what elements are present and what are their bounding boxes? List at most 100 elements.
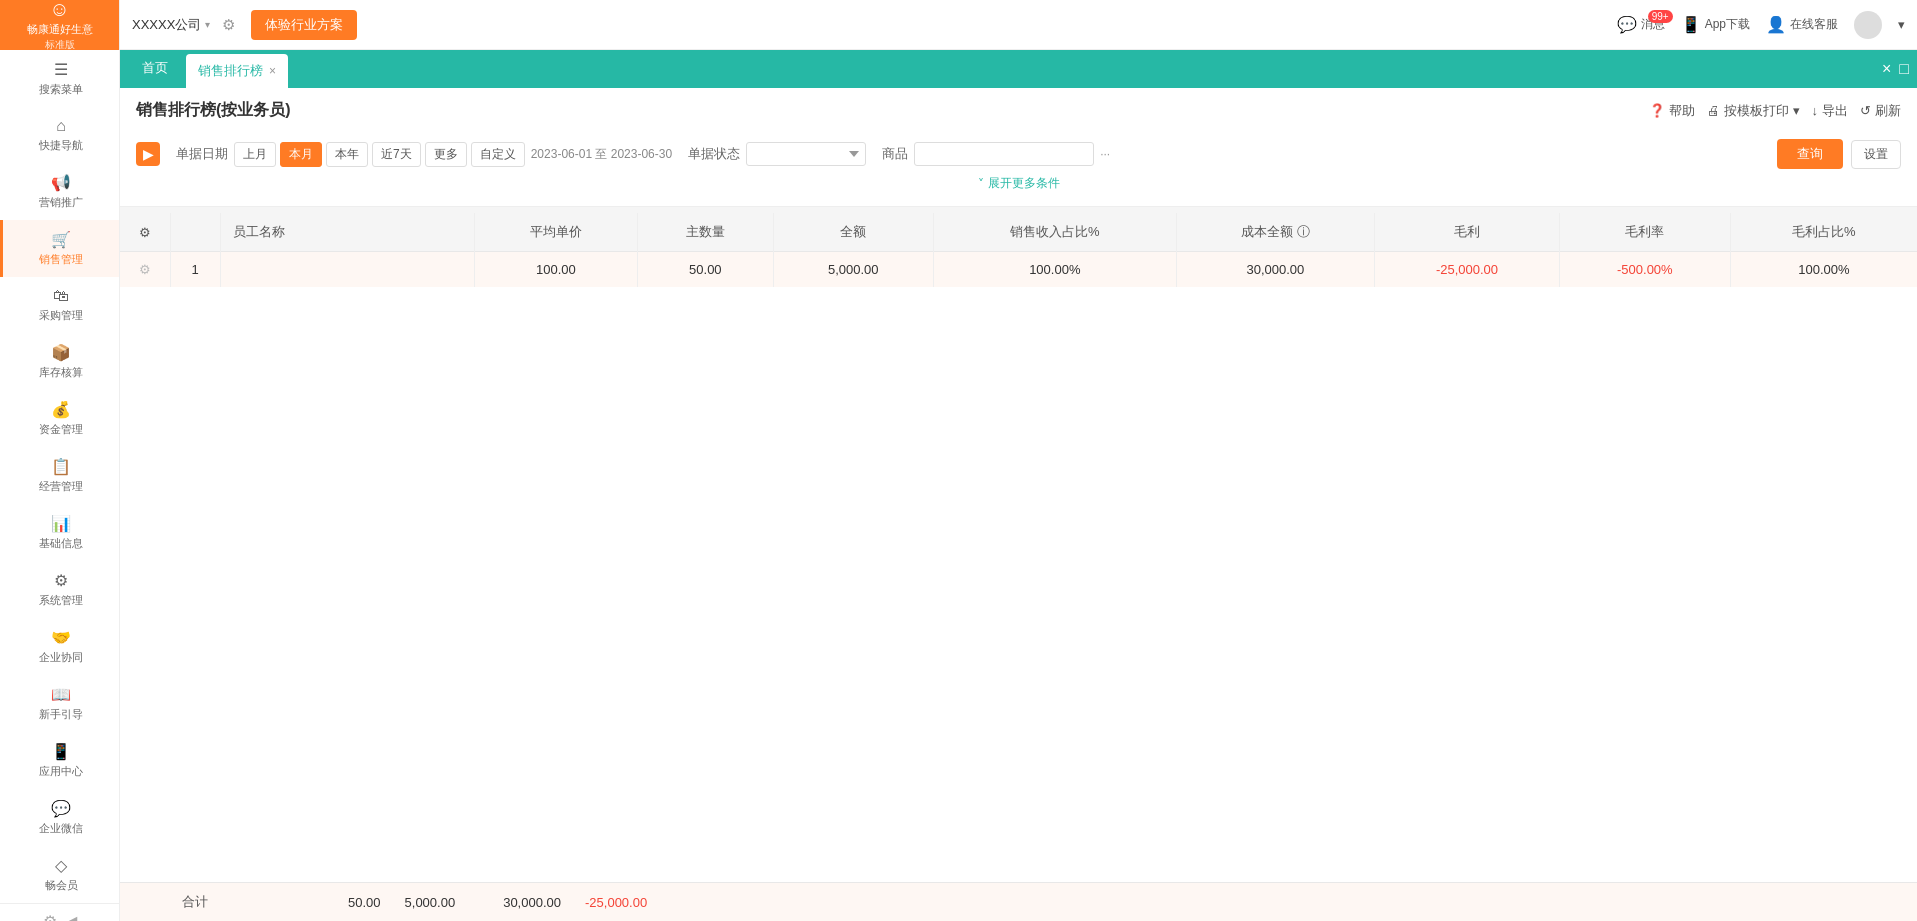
company-selector[interactable]: XXXXX公司 ▾ [132, 16, 210, 34]
refresh-icon: ↺ [1860, 103, 1871, 118]
print-chevron-icon: ▾ [1793, 103, 1800, 118]
table-settings-icon[interactable]: ⚙ [139, 225, 151, 240]
th-settings: ⚙ [120, 213, 170, 252]
sidebar-item-operation[interactable]: 📋 经营管理 [0, 447, 119, 504]
filter-settings-button[interactable]: 设置 [1851, 140, 1901, 169]
sidebar-label-appcenter: 应用中心 [39, 764, 83, 779]
filter-toggle-icon: ▶ [143, 146, 154, 162]
member-icon: ◇ [55, 856, 67, 875]
online-service-button[interactable]: 👤 在线客服 [1766, 15, 1838, 34]
sidebar-item-basic[interactable]: 📊 基础信息 [0, 504, 119, 561]
appcenter-icon: 📱 [51, 742, 71, 761]
tab-home[interactable]: 首页 [128, 50, 182, 88]
filter-toggle-button[interactable]: ▶ [136, 142, 160, 166]
period-last-month[interactable]: 上月 [234, 142, 276, 167]
company-chevron-icon: ▾ [205, 19, 210, 30]
sidebar-item-appcenter[interactable]: 📱 应用中心 [0, 732, 119, 789]
export-label: 导出 [1822, 102, 1848, 120]
sidebar-item-sales[interactable]: 🛒 销售管理 [0, 220, 119, 277]
tab-sales-ranking[interactable]: 销售排行榜 × [186, 54, 288, 88]
period-more[interactable]: 更多 [425, 142, 467, 167]
th-cost: 成本全额 ⓘ [1176, 213, 1374, 252]
sales-icon: 🛒 [51, 230, 71, 249]
topbar-right: 💬 消息 99+ 📱 App下载 👤 在线客服 ▾ [1617, 11, 1905, 39]
page-actions: ❓ 帮助 🖨 按模板打印 ▾ ↓ 导出 ↺ 刷新 [1649, 102, 1902, 120]
td-qty: 50.00 [638, 252, 774, 288]
app-download-label: App下载 [1705, 16, 1750, 33]
tab-close-icon[interactable]: × [269, 64, 276, 78]
sidebar-label-operation: 经营管理 [39, 479, 83, 494]
topbar: XXXXX公司 ▾ ⚙ 体验行业方案 💬 消息 99+ 📱 App下载 👤 在线… [120, 0, 1917, 50]
sidebar-item-quicknav[interactable]: ⌂ 快捷导航 [0, 107, 119, 163]
sidebar-label-search: 搜索菜单 [39, 82, 83, 97]
sidebar-item-system[interactable]: ⚙ 系统管理 [0, 561, 119, 618]
sidebar-item-collab[interactable]: 🤝 企业协同 [0, 618, 119, 675]
row-settings-icon[interactable]: ⚙ [139, 262, 151, 277]
sidebar-item-member[interactable]: ◇ 畅会员 [0, 846, 119, 903]
goods-more-icon[interactable]: ··· [1100, 147, 1110, 161]
footer-profit: -25,000.00 [573, 895, 659, 910]
export-button[interactable]: ↓ 导出 [1812, 102, 1849, 120]
avatar[interactable] [1854, 11, 1882, 39]
bottom-settings-icon[interactable]: ⚙ [43, 912, 57, 921]
sidebar-label-member: 畅会员 [45, 878, 78, 893]
status-select[interactable] [746, 142, 866, 166]
sidebar-item-wechat[interactable]: 💬 企业微信 [0, 789, 119, 846]
th-qty: 主数量 [638, 213, 774, 252]
message-badge: 99+ [1648, 10, 1673, 23]
sidebar-label-wechat: 企业微信 [39, 821, 83, 836]
sidebar-bottom: ⚙ ◀ [0, 903, 119, 921]
tab-active-label: 销售排行榜 [198, 62, 263, 80]
guide-icon: 📖 [51, 685, 71, 704]
period-this-month[interactable]: 本月 [280, 142, 322, 167]
collab-icon: 🤝 [51, 628, 71, 647]
topbar-settings-icon[interactable]: ⚙ [222, 16, 235, 34]
main-area: XXXXX公司 ▾ ⚙ 体验行业方案 💬 消息 99+ 📱 App下载 👤 在线… [120, 0, 1917, 921]
filter-bar: ▶ 单据日期 上月 本月 本年 [120, 129, 1917, 207]
page-title: 销售排行榜(按业务员) [136, 100, 291, 121]
bottom-collapse-icon[interactable]: ◀ [65, 912, 77, 921]
username: ▾ [1898, 17, 1905, 32]
filter-group-goods: 商品 ··· [882, 142, 1110, 166]
sidebar-item-purchase[interactable]: 🛍 采购管理 [0, 277, 119, 333]
td-profit-pct: 100.00% [1730, 252, 1917, 288]
table-header-row: ⚙ 员工名称 平均单价 主数量 全额 销售收入占比% 成本全额 ⓘ 毛利 毛利率… [120, 213, 1917, 252]
help-button[interactable]: ❓ 帮助 [1649, 102, 1695, 120]
app-download-button[interactable]: 📱 App下载 [1681, 15, 1750, 34]
sidebar-item-search[interactable]: ☰ 搜索菜单 [0, 50, 119, 107]
sidebar-item-finance[interactable]: 💰 资金管理 [0, 390, 119, 447]
wechat-icon: 💬 [51, 799, 71, 818]
period-7days[interactable]: 近7天 [372, 142, 421, 167]
tab-bar-expand-icon[interactable]: □ [1899, 60, 1909, 78]
expand-more-conditions[interactable]: ˅ 展开更多条件 [136, 169, 1901, 196]
sidebar-label-marketing: 营销推广 [39, 195, 83, 210]
help-icon: ❓ [1649, 103, 1665, 118]
trial-button[interactable]: 体验行业方案 [251, 10, 357, 40]
query-button[interactable]: 查询 [1777, 139, 1843, 169]
filter-group-date: 单据日期 上月 本月 本年 近7天 [176, 142, 672, 167]
tab-bar-close-icon[interactable]: × [1882, 60, 1891, 78]
sidebar-item-marketing[interactable]: 📢 营销推广 [0, 163, 119, 220]
footer-label: 合计 [132, 893, 312, 911]
export-icon: ↓ [1812, 103, 1819, 118]
filter-row-main: ▶ 单据日期 上月 本月 本年 [136, 139, 1901, 169]
th-profit-pct: 毛利占比% [1730, 213, 1917, 252]
period-this-year[interactable]: 本年 [326, 142, 368, 167]
print-label: 按模板打印 [1724, 102, 1789, 120]
sidebar-item-guide[interactable]: 📖 新手引导 [0, 675, 119, 732]
period-custom[interactable]: 自定义 [471, 142, 525, 167]
print-button[interactable]: 🖨 按模板打印 ▾ [1707, 102, 1800, 120]
sidebar-label-finance: 资金管理 [39, 422, 83, 437]
app-download-icon: 📱 [1681, 15, 1701, 34]
sidebar-item-inventory[interactable]: 📦 库存核算 [0, 333, 119, 390]
goods-input[interactable] [914, 142, 1094, 166]
td-name [220, 252, 474, 288]
table-row: ⚙ 1 100.00 50.00 5,000.00 100.00% 30,000… [120, 252, 1917, 288]
sidebar-label-system: 系统管理 [39, 593, 83, 608]
footer-qty: 50.00 [336, 895, 393, 910]
th-profit-rate: 毛利率 [1559, 213, 1730, 252]
refresh-button[interactable]: ↺ 刷新 [1860, 102, 1901, 120]
td-cost: 30,000.00 [1176, 252, 1374, 288]
message-button[interactable]: 💬 消息 99+ [1617, 15, 1665, 34]
company-name: XXXXX公司 [132, 16, 201, 34]
